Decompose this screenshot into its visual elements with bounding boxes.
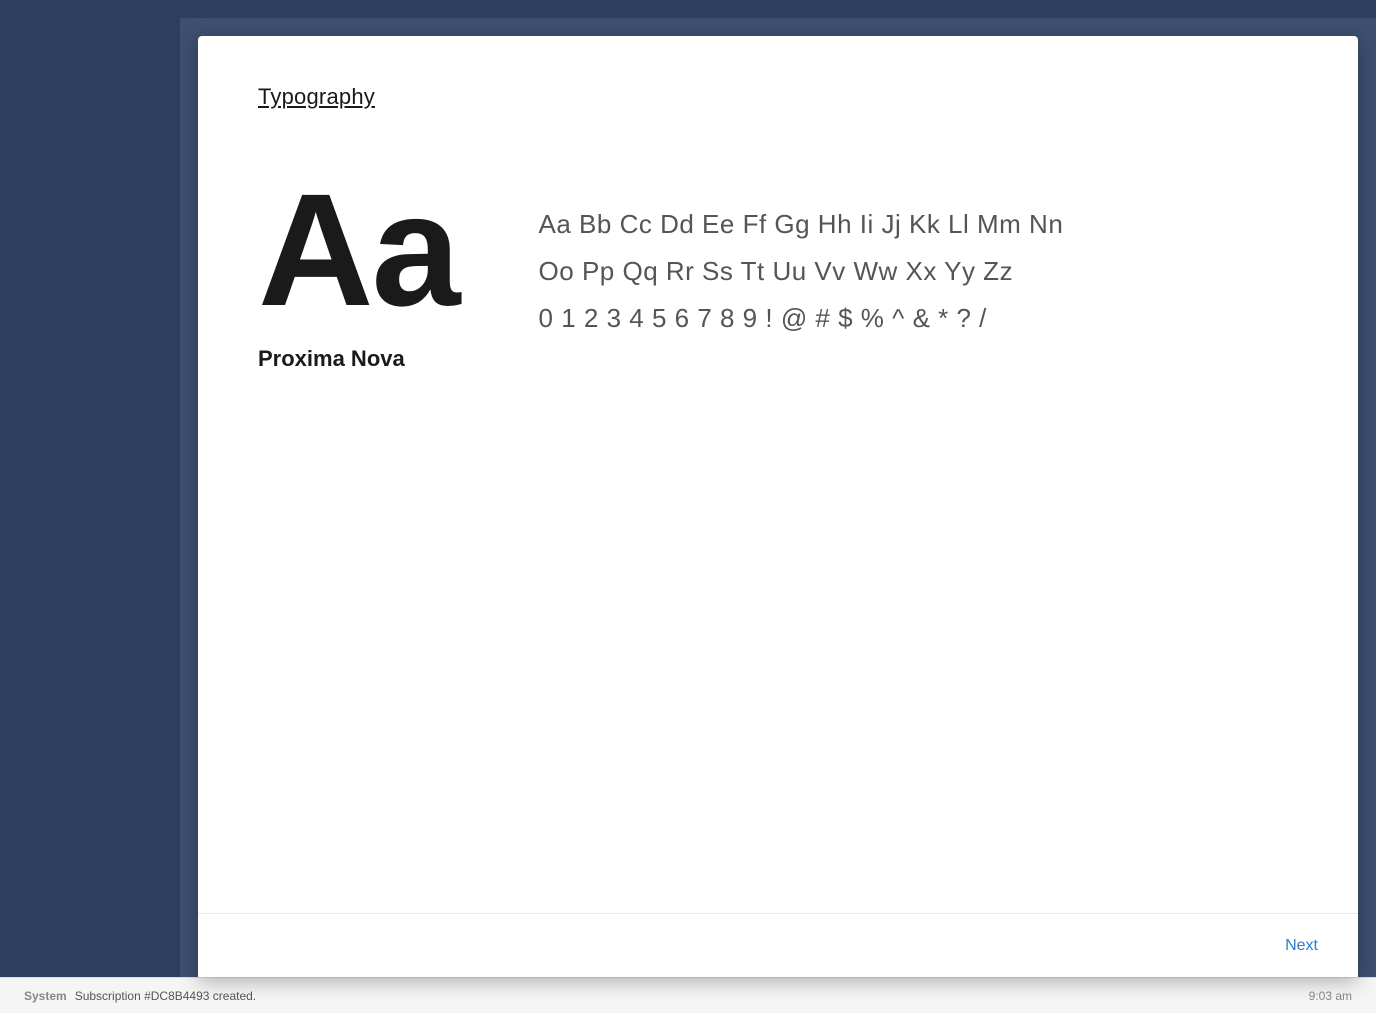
status-bar-left: System Subscription #DC8B4493 created. [24, 989, 256, 1003]
modal-content: Typography Aa Proxima Nova Aa Bb Cc Dd E… [198, 36, 1358, 913]
font-preview-right: Aa Bb Cc Dd Ee Ff Gg Hh Ii Jj Kk Ll Mm N… [539, 209, 1064, 334]
modal-footer: Next [198, 913, 1358, 977]
main-area: Typography Aa Proxima Nova Aa Bb Cc Dd E… [0, 18, 1376, 977]
alphabet-line-3: 0 1 2 3 4 5 6 7 8 9 ! @ # $ % ^ & * ? / [539, 303, 1064, 334]
font-name-label: Proxima Nova [258, 346, 405, 372]
modal-title: Typography [258, 84, 1298, 110]
status-system-label: System [24, 989, 67, 1003]
font-large-display: Aa [258, 170, 459, 330]
alphabet-line-2: Oo Pp Qq Rr Ss Tt Uu Vv Ww Xx Yy Zz [539, 256, 1064, 287]
sidebar [0, 18, 180, 977]
next-button[interactable]: Next [1277, 933, 1326, 959]
font-showcase: Aa Proxima Nova Aa Bb Cc Dd Ee Ff Gg Hh … [258, 170, 1298, 372]
status-bar: System Subscription #DC8B4493 created. 9… [0, 977, 1376, 1013]
modal-dialog: Typography Aa Proxima Nova Aa Bb Cc Dd E… [198, 36, 1358, 977]
status-message: Subscription #DC8B4493 created. [75, 989, 256, 1003]
modal-container: Typography Aa Proxima Nova Aa Bb Cc Dd E… [180, 18, 1376, 977]
font-preview-left: Aa Proxima Nova [258, 170, 459, 372]
status-time: 9:03 am [1309, 989, 1352, 1003]
alphabet-line-1: Aa Bb Cc Dd Ee Ff Gg Hh Ii Jj Kk Ll Mm N… [539, 209, 1064, 240]
top-bar [0, 0, 1376, 18]
